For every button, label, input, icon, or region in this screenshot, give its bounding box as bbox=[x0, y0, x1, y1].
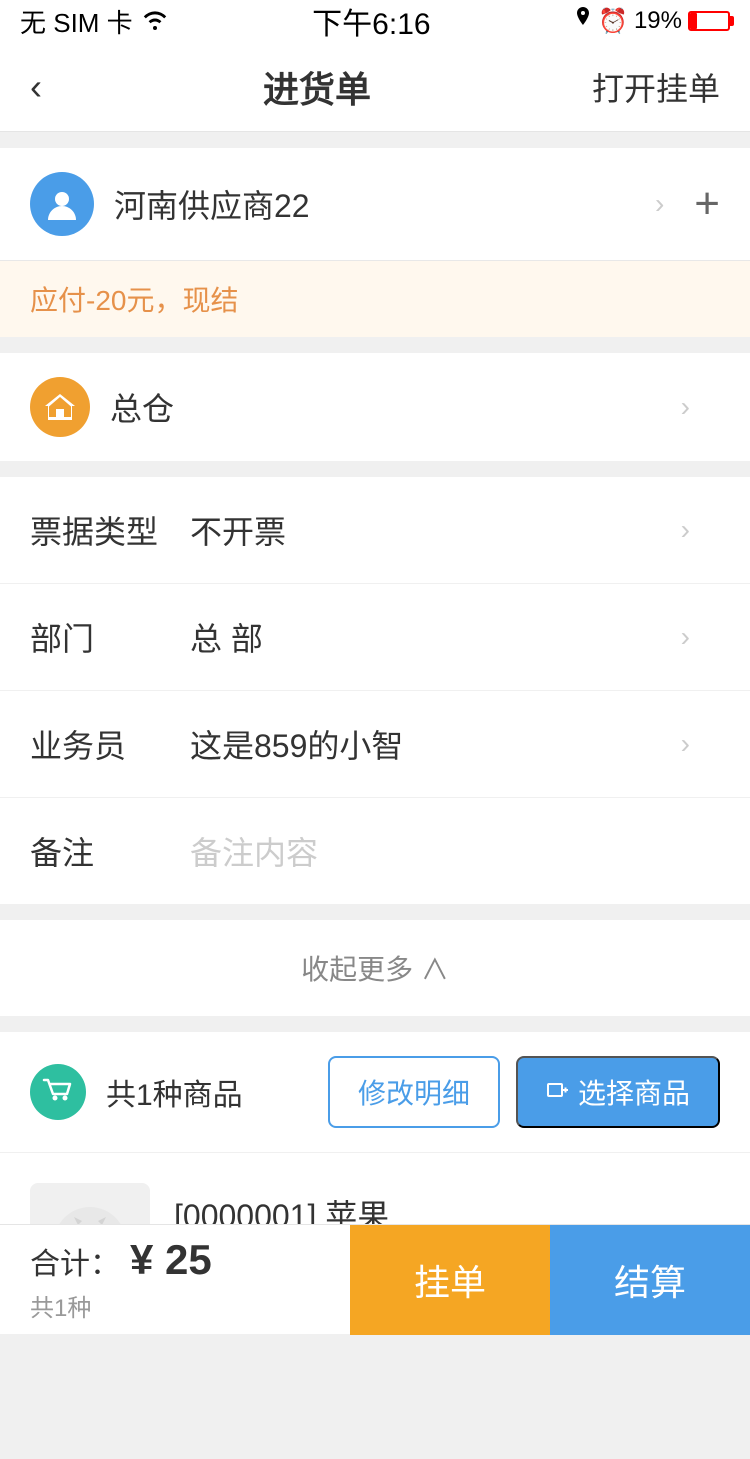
location-icon bbox=[574, 7, 592, 36]
back-button[interactable]: ‹ bbox=[30, 66, 42, 108]
divider-top bbox=[0, 132, 750, 148]
warehouse-section[interactable]: 总仓 › bbox=[0, 353, 750, 461]
department-row[interactable]: 部门 总 部 › bbox=[0, 584, 750, 691]
total-amount: ¥ 25 bbox=[130, 1236, 212, 1284]
salesperson-row[interactable]: 业务员 这是859的小智 › bbox=[0, 691, 750, 798]
select-product-label: 选择商品 bbox=[578, 1072, 690, 1112]
home-icon bbox=[43, 390, 77, 424]
product-count-label: 共1种商品 bbox=[106, 1070, 328, 1114]
supplier-avatar bbox=[30, 172, 94, 236]
invoice-type-row[interactable]: 票据类型 不开票 › bbox=[0, 477, 750, 584]
salesperson-label: 业务员 bbox=[30, 721, 170, 767]
product-header: 共1种商品 修改明细 选择商品 bbox=[0, 1032, 750, 1152]
battery-icon bbox=[688, 11, 730, 31]
footer-spacer bbox=[0, 1349, 750, 1459]
nav-bar: ‹ 进货单 打开挂单 bbox=[0, 42, 750, 132]
collapse-row[interactable]: 收起更多 ∧ bbox=[0, 920, 750, 1016]
invoice-type-value: 不开票 bbox=[170, 507, 681, 553]
status-bar-right: ⏰ 19% bbox=[574, 7, 730, 36]
select-product-button[interactable]: 选择商品 bbox=[516, 1056, 720, 1128]
form-section: 票据类型 不开票 › 部门 总 部 › 业务员 这是859的小智 › 备注 备注… bbox=[0, 477, 750, 904]
department-chevron: › bbox=[681, 621, 690, 653]
edit-detail-button[interactable]: 修改明细 bbox=[328, 1056, 500, 1128]
battery-percent: 19% bbox=[634, 7, 682, 35]
status-bar-time: 下午6:16 bbox=[312, 0, 430, 43]
department-value: 总 部 bbox=[170, 614, 681, 660]
remark-label: 备注 bbox=[30, 828, 170, 874]
open-hang-button[interactable]: 打开挂单 bbox=[592, 64, 720, 110]
warehouse-icon-circle bbox=[30, 377, 90, 437]
salesperson-value: 这是859的小智 bbox=[170, 721, 681, 767]
salesperson-chevron: › bbox=[681, 728, 690, 760]
total-label: 合计： bbox=[30, 1239, 120, 1283]
invoice-type-chevron: › bbox=[681, 514, 690, 546]
warehouse-chevron-icon: › bbox=[681, 391, 690, 423]
department-label: 部门 bbox=[30, 614, 170, 660]
remark-placeholder: 备注内容 bbox=[170, 828, 720, 874]
supplier-section: 河南供应商22 › + 应付-20元，现结 bbox=[0, 148, 750, 337]
add-supplier-button[interactable]: + bbox=[694, 179, 720, 229]
payment-notice: 应付-20元，现结 bbox=[0, 261, 750, 337]
invoice-type-label: 票据类型 bbox=[30, 507, 170, 553]
remark-row[interactable]: 备注 备注内容 bbox=[0, 798, 750, 904]
status-bar: 无 SIM 卡 下午6:16 ⏰ 19% bbox=[0, 0, 750, 42]
total-sub: 共1种 bbox=[30, 1288, 320, 1323]
footer-total-area: 合计： ¥ 25 共1种 bbox=[0, 1236, 350, 1323]
warehouse-name: 总仓 bbox=[110, 384, 681, 430]
carrier-label: 无 SIM 卡 bbox=[20, 3, 133, 40]
wifi-icon bbox=[141, 6, 169, 37]
alarm-icon: ⏰ bbox=[598, 7, 628, 36]
chevron-right-icon: › bbox=[655, 188, 664, 220]
user-icon bbox=[44, 186, 80, 222]
product-header-icon bbox=[30, 1064, 86, 1120]
status-bar-left: 无 SIM 卡 bbox=[20, 3, 169, 40]
hang-button[interactable]: 挂单 bbox=[350, 1225, 550, 1335]
settle-button[interactable]: 结算 bbox=[550, 1225, 750, 1335]
footer: 合计： ¥ 25 共1种 挂单 结算 bbox=[0, 1224, 750, 1334]
supplier-row[interactable]: 河南供应商22 › + bbox=[0, 148, 750, 261]
supplier-name: 河南供应商22 bbox=[114, 181, 655, 227]
page-title: 进货单 bbox=[263, 61, 371, 113]
collapse-label: 收起更多 ∧ bbox=[301, 954, 449, 985]
select-product-icon bbox=[546, 1080, 570, 1104]
cart-icon bbox=[42, 1076, 74, 1108]
